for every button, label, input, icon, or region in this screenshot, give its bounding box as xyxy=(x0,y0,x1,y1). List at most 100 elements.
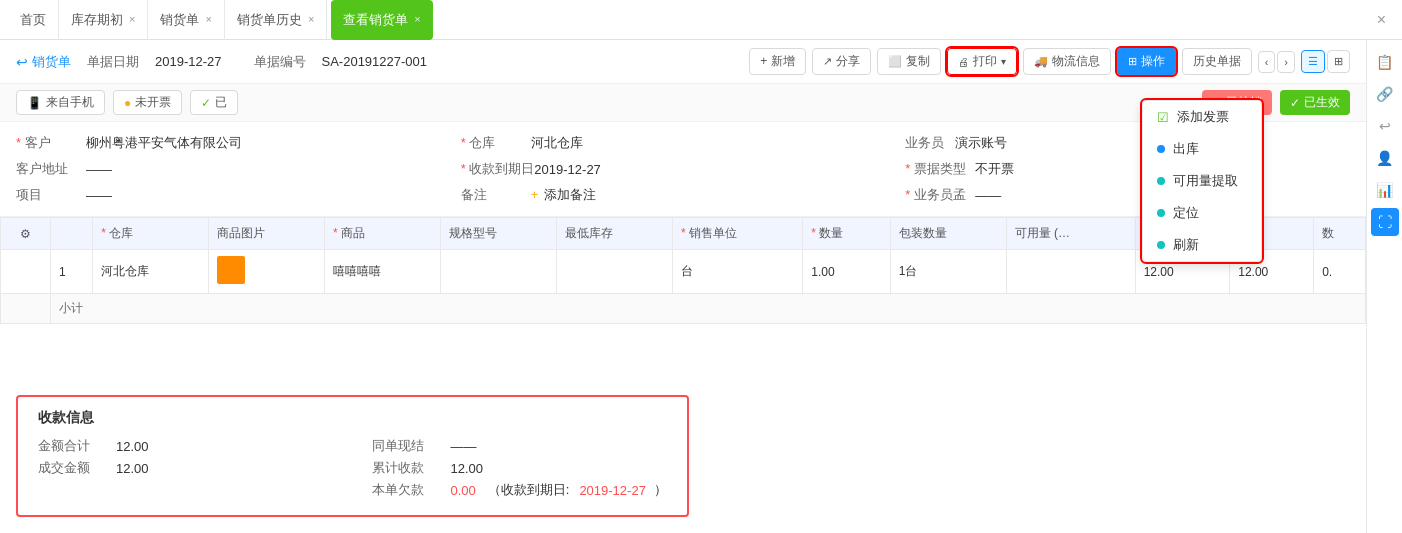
col-available: 可用量 (… xyxy=(1006,218,1135,250)
copy-button[interactable]: ⬜ 复制 xyxy=(877,48,941,75)
payment-grid: 金额合计 12.00 成交金额 12.00 同单现结 —— xyxy=(38,437,667,503)
col-product-img: 商品图片 xyxy=(209,218,325,250)
same-order-label: 同单现结 xyxy=(372,437,442,455)
copy-icon: ⬜ xyxy=(888,55,902,68)
from-phone-button[interactable]: 📱 来自手机 xyxy=(16,90,105,115)
row-settings xyxy=(1,250,51,294)
panel-icon-4[interactable]: 👤 xyxy=(1371,144,1399,172)
total-row: 金额合计 12.00 xyxy=(38,437,332,455)
staff2-field: 业务员孟 —— xyxy=(905,186,1350,204)
check-button[interactable]: ✓ 已 xyxy=(190,90,238,115)
col-settings[interactable]: ⚙ xyxy=(1,218,51,250)
owe-label: 本单欠款 xyxy=(372,481,442,499)
payment-date-value[interactable]: 2019-12-27 xyxy=(534,162,905,177)
share-button[interactable]: ↗ 分享 xyxy=(812,48,871,75)
staff2-label: 业务员孟 xyxy=(905,186,975,204)
history-button[interactable]: 历史单据 xyxy=(1182,48,1252,75)
share-icon: ↗ xyxy=(823,55,832,68)
tab-sales-close[interactable]: × xyxy=(205,14,211,25)
row-amount: 0. xyxy=(1314,250,1366,294)
col-spec: 规格型号 xyxy=(441,218,557,250)
warehouse-value[interactable]: 河北仓库 xyxy=(531,134,906,152)
note-field: 备注 + 添加备注 xyxy=(461,186,906,204)
tab-sales-order[interactable]: 销货单 × xyxy=(148,0,224,40)
doc-type-badge: ↩ 销货单 xyxy=(16,53,71,71)
note-label: 备注 xyxy=(461,186,531,204)
dropdown-available-qty[interactable]: 可用量提取 xyxy=(1143,165,1261,197)
panel-icon-5[interactable]: 📊 xyxy=(1371,176,1399,204)
next-button[interactable]: › xyxy=(1277,51,1295,73)
payment-section: 收款信息 金额合计 12.00 成交金额 12.00 xyxy=(0,379,1366,533)
project-value[interactable]: —— xyxy=(86,188,461,203)
tab-view-sales-close[interactable]: × xyxy=(414,14,420,25)
operations-button[interactable]: ⊞ 操作 xyxy=(1117,48,1176,75)
dropdown-locate[interactable]: 定位 xyxy=(1143,197,1261,229)
dropdown-add-invoice[interactable]: ☑ 添加发票 xyxy=(1143,101,1261,133)
operations-label: 操作 xyxy=(1141,53,1165,70)
number-value: SA-20191227-001 xyxy=(322,54,428,69)
due-label: （收款到期日: xyxy=(488,481,570,499)
checkbox-icon: ☑ xyxy=(1157,110,1169,125)
view-toggle: ☰ ⊞ xyxy=(1301,50,1350,73)
not-open-button[interactable]: ● 未开票 xyxy=(113,90,182,115)
col-unit: 销售单位 xyxy=(672,218,802,250)
cumulative-value: 12.00 xyxy=(450,461,483,476)
not-open-icon: ● xyxy=(124,96,131,110)
ticket-field: 票据类型 不开票 xyxy=(905,160,1350,178)
locate-label: 定位 xyxy=(1173,204,1199,222)
prev-button[interactable]: ‹ xyxy=(1258,51,1276,73)
tab-sales-history[interactable]: 销货单历史 × xyxy=(225,0,327,40)
total-label: 金额合计 xyxy=(38,437,108,455)
note-add-btn[interactable]: + 添加备注 xyxy=(531,186,906,204)
row-product-img xyxy=(209,250,325,294)
logistics-label: 物流信息 xyxy=(1052,53,1100,70)
date-value: 2019-12-27 xyxy=(155,54,222,69)
deal-row: 成交金额 12.00 xyxy=(38,459,332,477)
customer-label: 客户 xyxy=(16,134,86,152)
tab-history-close[interactable]: × xyxy=(308,14,314,25)
new-label: + 新增 xyxy=(760,53,794,70)
panel-icon-6[interactable]: ⛶ xyxy=(1371,208,1399,236)
dropdown-refresh[interactable]: 刷新 xyxy=(1143,229,1261,261)
grid-view-button[interactable]: ⊞ xyxy=(1327,50,1350,73)
effect-icon: ✓ xyxy=(1290,96,1300,110)
new-button[interactable]: + 新增 xyxy=(749,48,805,75)
dropdown-outbound[interactable]: 出库 xyxy=(1143,133,1261,165)
print-label: 打印 xyxy=(973,53,997,70)
tab-inventory-close[interactable]: × xyxy=(129,14,135,25)
outbound-label: 出库 xyxy=(1173,140,1199,158)
product-image xyxy=(217,256,245,284)
logistics-button[interactable]: 🚚 物流信息 xyxy=(1023,48,1111,75)
col-min-stock: 最低库存 xyxy=(557,218,673,250)
panel-icon-2[interactable]: 🔗 xyxy=(1371,80,1399,108)
tab-home[interactable]: 首页 xyxy=(8,0,59,40)
row-product: 嘻嘻嘻嘻 xyxy=(325,250,441,294)
doc-header: ↩ 销货单 单据日期 2019-12-27 单据编号 SA-20191227-0… xyxy=(0,40,1366,84)
customer-value[interactable]: 柳州粤港平安气体有限公司 xyxy=(86,134,461,152)
check-icon: ✓ xyxy=(201,96,211,110)
available-qty-dot xyxy=(1157,177,1165,185)
outbound-dot xyxy=(1157,145,1165,153)
tab-inventory-label: 库存期初 xyxy=(71,11,123,29)
tab-sales-label: 销货单 xyxy=(160,11,199,29)
address-value[interactable]: —— xyxy=(86,162,461,177)
same-order-row: 同单现结 —— xyxy=(372,437,666,455)
project-field: 项目 —— xyxy=(16,186,461,204)
row-unit: 台 xyxy=(672,250,802,294)
effect-status-button[interactable]: ✓ 已生效 xyxy=(1280,90,1350,115)
panel-icon-1[interactable]: 📋 xyxy=(1371,48,1399,76)
col-amount: 数 xyxy=(1314,218,1366,250)
window-close-button[interactable]: × xyxy=(1369,11,1394,29)
operations-icon: ⊞ xyxy=(1128,55,1137,68)
not-open-label: 未开票 xyxy=(135,94,171,111)
project-label: 项目 xyxy=(16,186,86,204)
list-view-button[interactable]: ☰ xyxy=(1301,50,1325,73)
address-label: 客户地址 xyxy=(16,160,86,178)
panel-icon-3[interactable]: ↩ xyxy=(1371,112,1399,140)
check-label: 已 xyxy=(215,94,227,111)
warehouse-label: 仓库 xyxy=(461,134,531,152)
add-invoice-label: 添加发票 xyxy=(1177,108,1229,126)
print-button[interactable]: 🖨 打印 ▾ xyxy=(947,48,1017,75)
tab-view-sales[interactable]: 查看销货单 × xyxy=(331,0,432,40)
tab-inventory-init[interactable]: 库存期初 × xyxy=(59,0,148,40)
